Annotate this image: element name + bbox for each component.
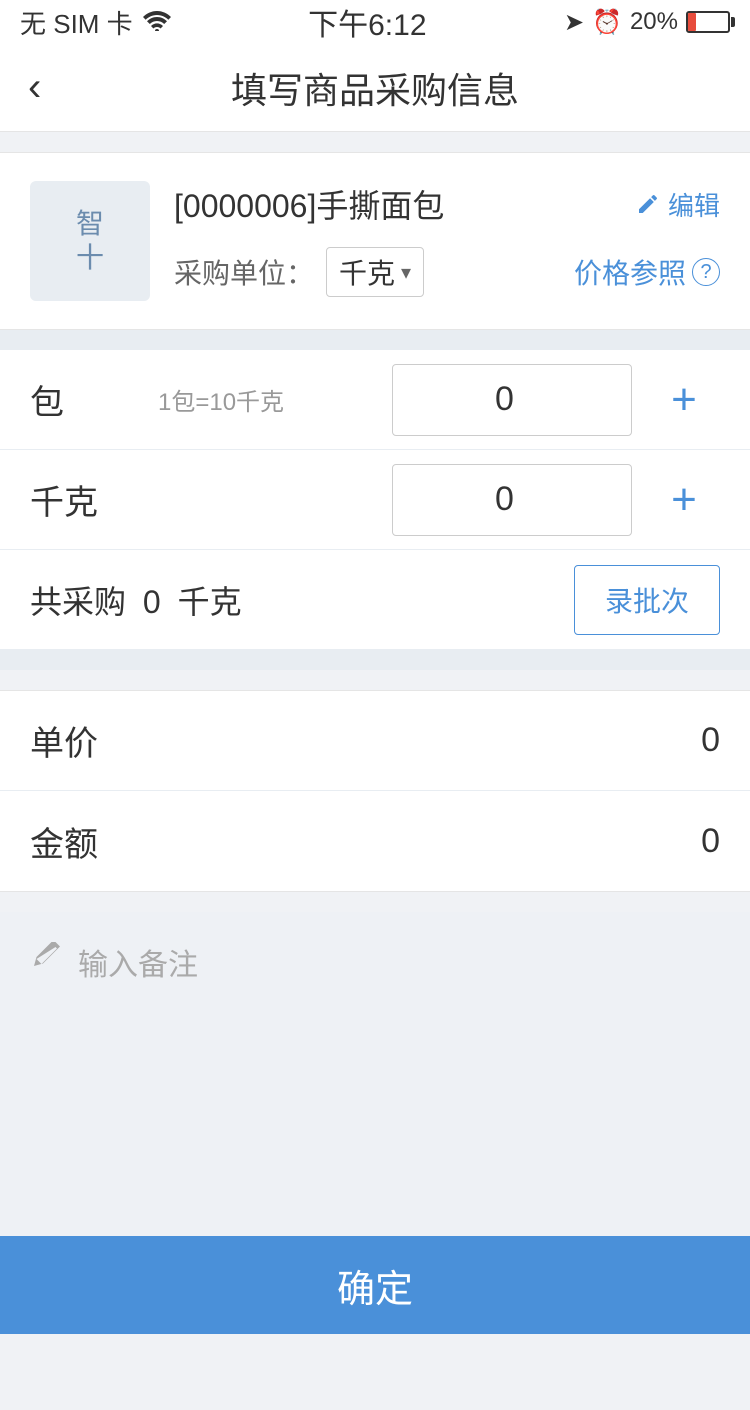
kg-label: 千克	[30, 475, 150, 524]
unit-select[interactable]: 千克 ▾	[326, 247, 424, 297]
remark-placeholder[interactable]: 输入备注	[78, 940, 198, 984]
battery-icon	[686, 11, 730, 33]
location-icon: ➤	[564, 8, 584, 37]
unit-row: 采购单位： 千克 ▾ 价格参照 ?	[174, 247, 720, 297]
back-button[interactable]: ‹	[28, 65, 41, 110]
remark-section[interactable]: 输入备注	[0, 912, 750, 1012]
chevron-down-icon: ▾	[401, 260, 411, 285]
amount-label: 金额	[30, 817, 98, 866]
kg-input-section: 千克 +	[0, 450, 750, 550]
amount-row: 金额 0	[0, 791, 750, 891]
product-thumbnail: 智 十	[30, 181, 150, 301]
record-batch-button[interactable]: 录批次	[574, 565, 720, 635]
battery-text: 20%	[630, 8, 678, 36]
product-info: [0000006]手撕面包 编辑 采购单位： 千克 ▾ 价格	[174, 181, 720, 297]
product-name-row: [0000006]手撕面包 编辑	[174, 181, 720, 227]
product-card: 智 十 [0000006]手撕面包 编辑 采购单位： 千克	[0, 152, 750, 330]
product-name: [0000006]手撕面包	[174, 181, 444, 227]
section-divider-2	[0, 650, 750, 670]
help-icon: ?	[692, 258, 720, 286]
section-divider-1	[0, 330, 750, 350]
alarm-icon: ⏰	[592, 8, 622, 37]
status-right: ➤ ⏰ 20%	[564, 8, 730, 37]
bao-sublabel: 1包=10千克	[158, 382, 284, 417]
unit-price-row: 单价 0	[0, 691, 750, 791]
carrier-text: 无 SIM 卡	[20, 4, 133, 41]
bao-input-section: 包 1包=10千克 +	[0, 350, 750, 450]
pencil-icon	[30, 942, 62, 982]
bao-row: 包 1包=10千克 +	[0, 350, 750, 450]
bao-label: 包	[30, 375, 150, 424]
unit-label: 采购单位：	[174, 252, 314, 292]
edit-button[interactable]: 编辑	[636, 186, 720, 223]
kg-input-right: +	[150, 464, 720, 536]
product-logo: 智 十	[76, 207, 104, 274]
nav-bar: ‹ 填写商品采购信息	[0, 44, 750, 132]
amount-value: 0	[701, 822, 720, 861]
status-time: 下午6:12	[308, 0, 426, 44]
kg-plus-button[interactable]: +	[648, 464, 720, 536]
unit-price-label: 单价	[30, 716, 98, 765]
kg-quantity-input[interactable]	[392, 464, 632, 536]
summary-row: 共采购 0 千克 录批次	[0, 550, 750, 650]
wifi-icon	[143, 7, 171, 38]
bao-plus-button[interactable]: +	[648, 364, 720, 436]
bao-quantity-input[interactable]	[392, 364, 632, 436]
unit-price-value: 0	[701, 721, 720, 760]
price-info-section: 单价 0 金额 0	[0, 690, 750, 892]
bao-input-right: +	[284, 364, 720, 436]
page-title: 填写商品采购信息	[231, 62, 519, 114]
kg-row: 千克 +	[0, 450, 750, 550]
confirm-button[interactable]: 确定	[0, 1236, 750, 1334]
status-bar: 无 SIM 卡 下午6:12 ➤ ⏰ 20%	[0, 0, 750, 44]
status-left: 无 SIM 卡	[20, 4, 171, 41]
summary-text: 共采购 0 千克	[30, 577, 242, 623]
price-ref-button[interactable]: 价格参照 ?	[574, 252, 720, 292]
